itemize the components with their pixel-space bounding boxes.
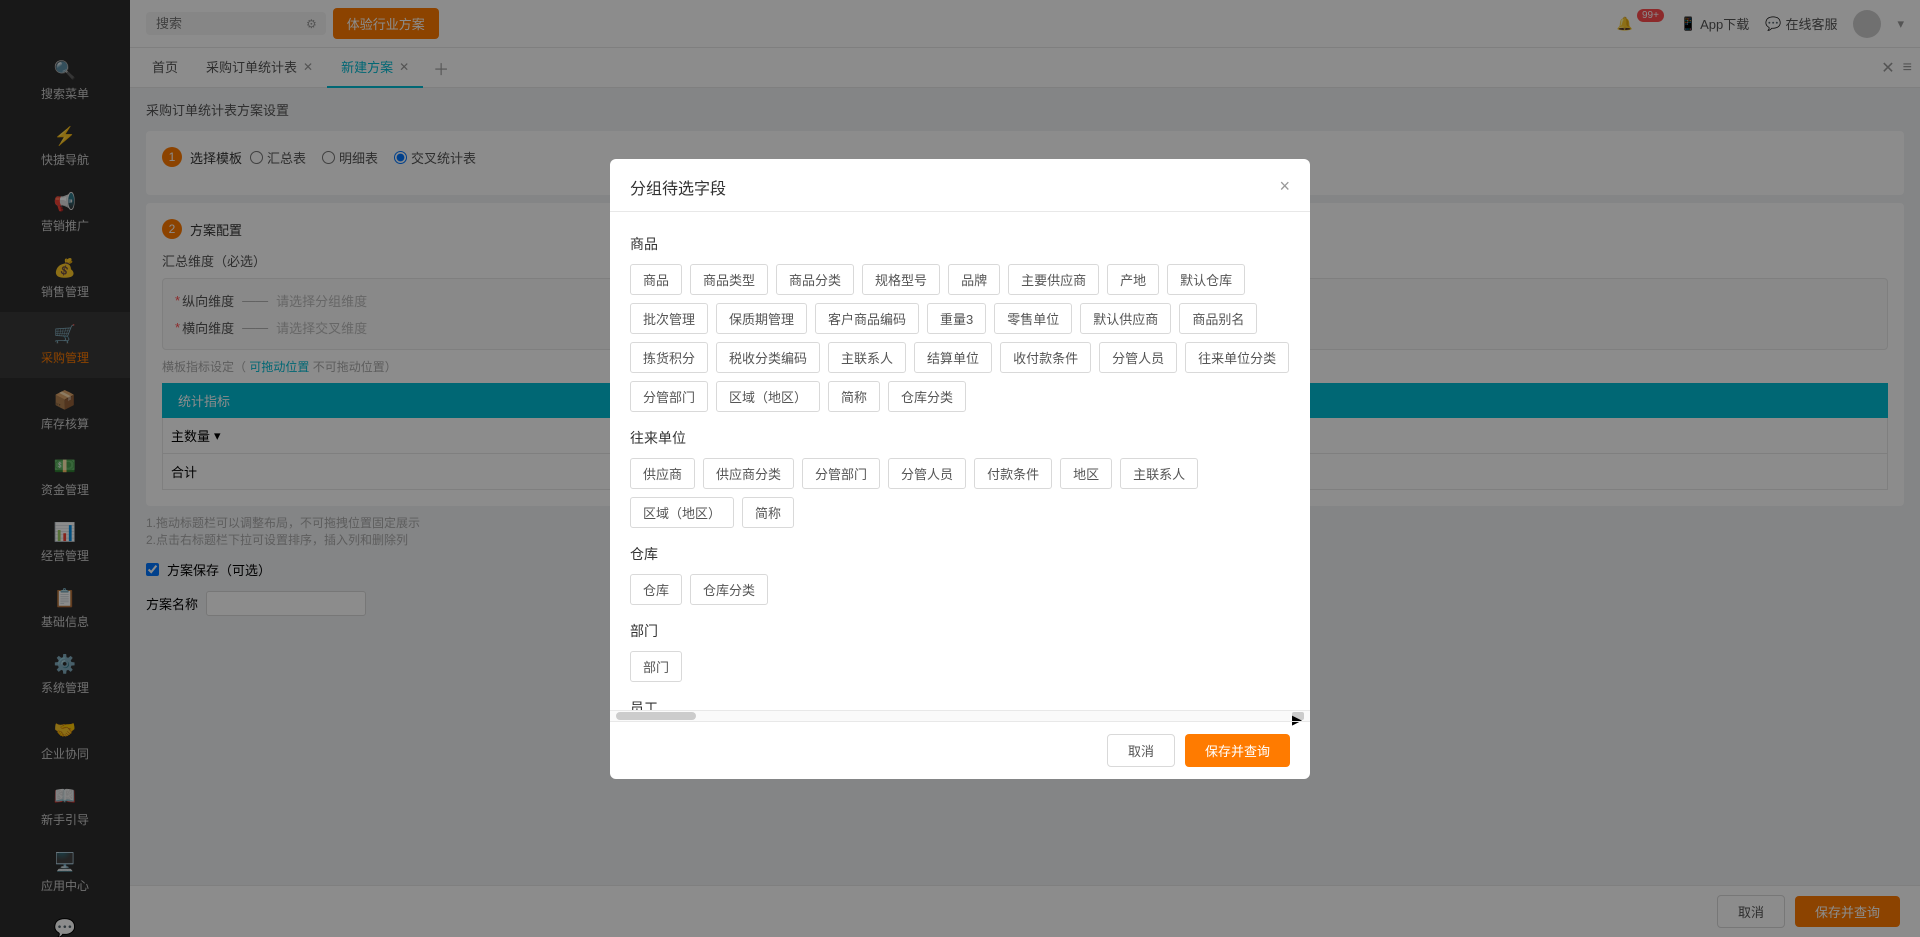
field-tag[interactable]: 商品分类 — [776, 264, 854, 295]
field-tag[interactable]: 地区 — [1060, 458, 1112, 489]
field-tag[interactable]: 分管人员 — [888, 458, 966, 489]
field-tag[interactable]: 重量3 — [927, 303, 986, 334]
field-tag[interactable]: 主联系人 — [1120, 458, 1198, 489]
field-tag[interactable]: 主联系人 — [828, 342, 906, 373]
dialog: 分组待选字段 × 商品 商品 商品类型 商品分类 规格型号 品牌 主要供应商 产… — [610, 159, 1310, 779]
dialog-confirm-button[interactable]: 保存并查询 — [1185, 734, 1290, 767]
field-tag[interactable]: 仓库 — [630, 574, 682, 605]
overlay: 分组待选字段 × 商品 商品 商品类型 商品分类 规格型号 品牌 主要供应商 产… — [0, 0, 1920, 937]
field-tag[interactable]: 部门 — [630, 651, 682, 682]
dialog-close-button[interactable]: × — [1279, 176, 1290, 197]
field-tag[interactable]: 规格型号 — [862, 264, 940, 295]
field-tags-dept: 部门 — [630, 651, 1290, 682]
dialog-cancel-button[interactable]: 取消 — [1107, 734, 1175, 767]
field-tag[interactable]: 供应商 — [630, 458, 695, 489]
field-tag[interactable]: 结算单位 — [914, 342, 992, 373]
field-tag[interactable]: 收付款条件 — [1000, 342, 1091, 373]
field-tag[interactable]: 区域（地区） — [630, 497, 734, 528]
field-tag[interactable]: 零售单位 — [994, 303, 1072, 334]
dialog-header: 分组待选字段 × — [610, 159, 1310, 212]
hscroll-thumb — [616, 712, 696, 720]
field-tag[interactable]: 分管部门 — [802, 458, 880, 489]
field-tag[interactable]: 仓库分类 — [690, 574, 768, 605]
field-tag[interactable]: 分管部门 — [630, 381, 708, 412]
field-tag[interactable]: 仓库分类 — [888, 381, 966, 412]
field-tag[interactable]: 简称 — [828, 381, 880, 412]
field-tag[interactable]: 默认仓库 — [1167, 264, 1245, 295]
field-tag[interactable]: 商品 — [630, 264, 682, 295]
field-tag[interactable]: 区域（地区） — [716, 381, 820, 412]
field-tags-partners: 供应商 供应商分类 分管部门 分管人员 付款条件 地区 主联系人 区域（地区） … — [630, 458, 1290, 528]
field-tag[interactable]: 付款条件 — [974, 458, 1052, 489]
field-tag[interactable]: 产地 — [1107, 264, 1159, 295]
section-title-goods: 商品 — [630, 234, 1290, 254]
field-tag[interactable]: 拣货积分 — [630, 342, 708, 373]
field-tag[interactable]: 默认供应商 — [1080, 303, 1171, 334]
field-tags-warehouse: 仓库 仓库分类 — [630, 574, 1290, 605]
section-title-staff: 员工 — [630, 698, 1290, 711]
hscroll-right-arrow[interactable]: ▶ — [1292, 712, 1304, 720]
dialog-hscroll[interactable]: ▶ — [610, 710, 1310, 720]
field-tag[interactable]: 保质期管理 — [716, 303, 807, 334]
field-tag[interactable]: 分管人员 — [1099, 342, 1177, 373]
field-tag[interactable]: 税收分类编码 — [716, 342, 820, 373]
section-title-dept: 部门 — [630, 621, 1290, 641]
dialog-footer: 取消 保存并查询 — [610, 721, 1310, 779]
field-tags-goods: 商品 商品类型 商品分类 规格型号 品牌 主要供应商 产地 默认仓库 批次管理 … — [630, 264, 1290, 412]
field-tag[interactable]: 简称 — [742, 497, 794, 528]
field-tag[interactable]: 供应商分类 — [703, 458, 794, 489]
field-tag[interactable]: 主要供应商 — [1008, 264, 1099, 295]
dialog-body[interactable]: 商品 商品 商品类型 商品分类 规格型号 品牌 主要供应商 产地 默认仓库 批次… — [610, 212, 1310, 711]
field-tag[interactable]: 品牌 — [948, 264, 1000, 295]
field-tag[interactable]: 客户商品编码 — [815, 303, 919, 334]
field-tag[interactable]: 商品别名 — [1179, 303, 1257, 334]
dialog-title: 分组待选字段 — [630, 175, 726, 199]
field-tag[interactable]: 批次管理 — [630, 303, 708, 334]
section-title-warehouse: 仓库 — [630, 544, 1290, 564]
field-tag[interactable]: 往来单位分类 — [1185, 342, 1289, 373]
field-tag[interactable]: 商品类型 — [690, 264, 768, 295]
section-title-partners: 往来单位 — [630, 428, 1290, 448]
